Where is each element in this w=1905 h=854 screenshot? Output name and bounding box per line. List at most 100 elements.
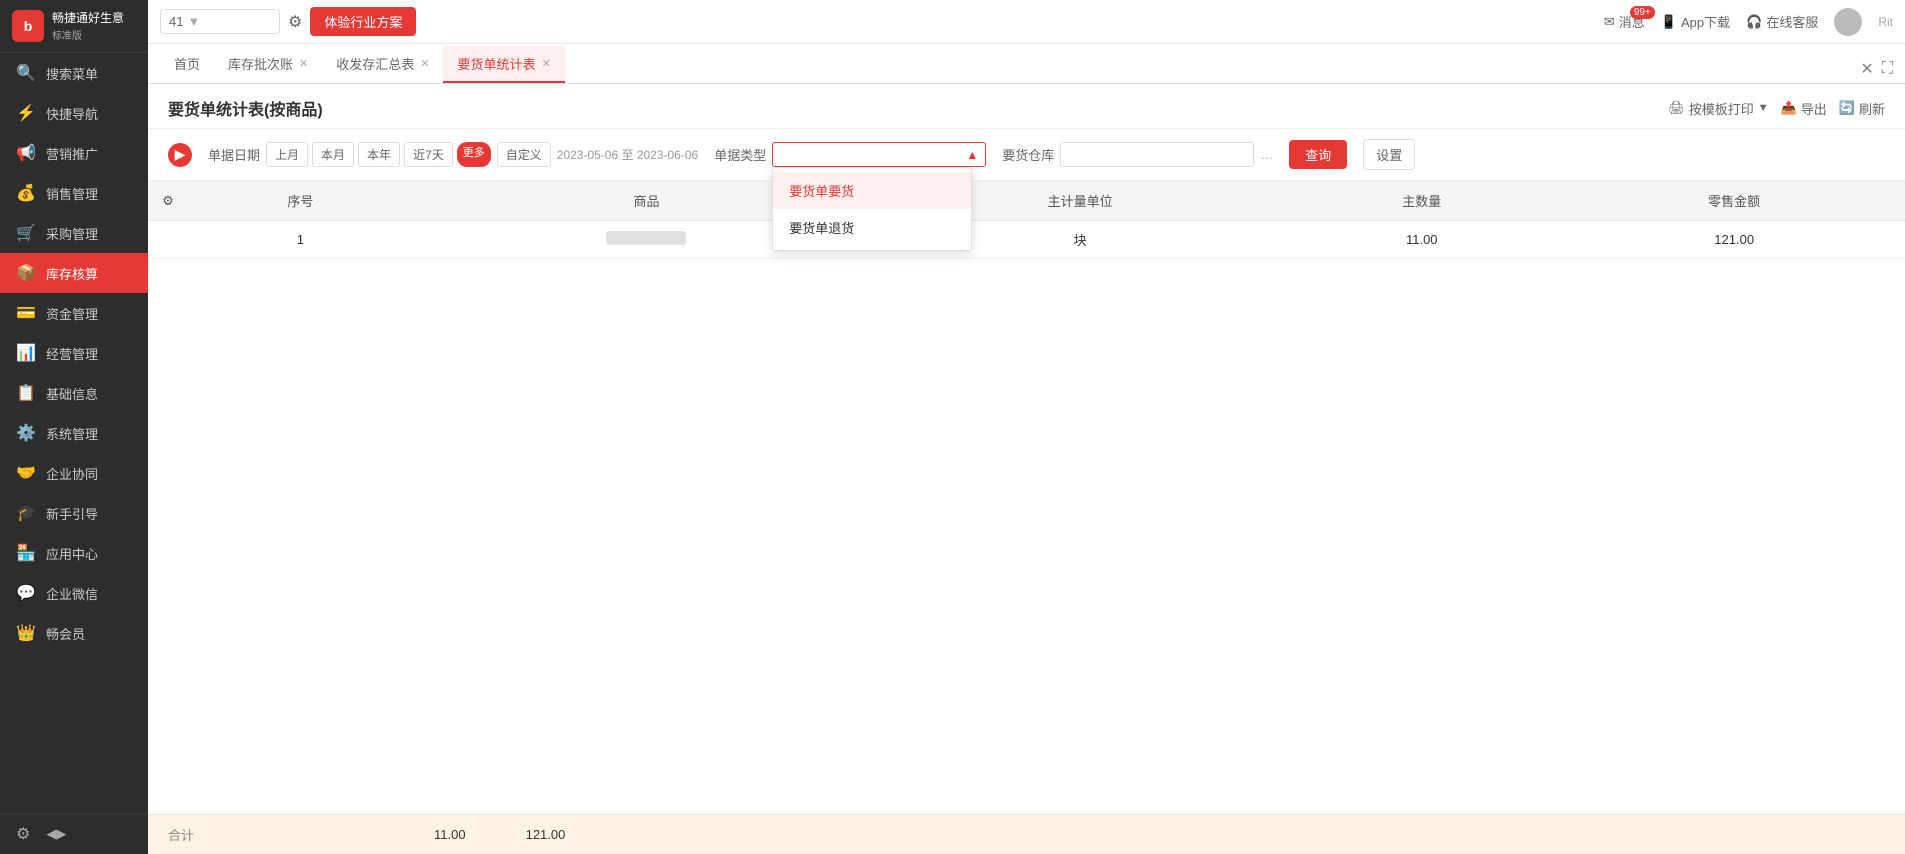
type-dropdown-menu: 要货单要货 要货单退货	[772, 167, 972, 251]
refresh-label: 刷新	[1859, 99, 1885, 118]
sidebar-label-sales: 销售管理	[46, 184, 98, 203]
user-avatar[interactable]	[1834, 8, 1862, 36]
type-filter-group: 单据类型 ▲ 要货单要货 要货单退货	[714, 142, 986, 167]
sidebar-item-operation[interactable]: 📊经营管理	[0, 333, 148, 373]
date-filter-group: 单据日期 上月 本月 本年 近7天 更多 自定义 2023-05-06 至 20…	[208, 142, 698, 167]
tab-close-receivable-summary[interactable]: ✕	[420, 57, 429, 70]
warehouse-more-icon[interactable]: …	[1260, 147, 1273, 162]
query-button[interactable]: 查询	[1289, 140, 1347, 169]
row-qty: 11.00	[1280, 221, 1563, 259]
tab-label-inventory-batch: 库存批次账	[228, 54, 293, 73]
warehouse-filter-group: 要货仓库 …	[1002, 142, 1273, 167]
date-7days-btn[interactable]: 近7天	[404, 142, 453, 167]
sidebar-label-finance: 资金管理	[46, 304, 98, 323]
sidebar-item-cooperation[interactable]: 🤝企业协同	[0, 453, 148, 493]
type-filter-label: 单据类型	[714, 145, 766, 164]
date-custom-btn[interactable]: 自定义	[497, 142, 551, 167]
export-btn[interactable]: 📤 导出	[1781, 99, 1827, 118]
dropdown-item-order-goods[interactable]: 要货单要货	[773, 172, 971, 209]
sidebar-label-member: 畅会员	[46, 624, 85, 643]
online-service-label: 在线客服	[1766, 12, 1818, 31]
tab-close-order-stats[interactable]: ✕	[542, 57, 551, 70]
sidebar-label-basic: 基础信息	[46, 384, 98, 403]
sidebar-item-finance[interactable]: 💳资金管理	[0, 293, 148, 333]
print-btn[interactable]: 🖨 按模板打印 ▼	[1668, 99, 1768, 118]
sidebar-icon-quicknav: ⚡	[16, 103, 36, 123]
page-header: 要货单统计表(按商品) 🖨 按模板打印 ▼ 📤 导出 🔄 刷新	[148, 84, 1905, 129]
sidebar-item-inventory[interactable]: 📦 库存核算	[0, 253, 148, 293]
sidebar-label-guide: 新手引导	[46, 504, 98, 523]
sidebar-item-search[interactable]: 🔍搜索菜单	[0, 53, 148, 93]
col-qty: 主数量	[1280, 181, 1563, 221]
sidebar-icon-purchase: 🛒	[16, 223, 36, 243]
type-filter-input[interactable]	[772, 142, 986, 167]
sidebar-icon-guide: 🎓	[16, 503, 36, 523]
refresh-icon: 🔄	[1839, 100, 1855, 116]
sidebar-icon-marketing: 📢	[16, 143, 36, 163]
data-table-container: ⚙ 序号 商品 主计量单位 主数量 零售金额 1	[148, 181, 1905, 814]
app-subtitle: 标准版	[52, 27, 124, 42]
col-settings[interactable]: ⚙	[148, 181, 188, 221]
content-area: 要货单统计表(按商品) 🖨 按模板打印 ▼ 📤 导出 🔄 刷新 ▶	[148, 84, 1905, 854]
sidebar-item-member[interactable]: 👑 畅会员	[0, 613, 148, 653]
date-this-year-btn[interactable]: 本年	[358, 142, 400, 167]
main-area: 41 ▼ ⚙ 体验行业方案 ✉ 消息 99+ 📱 App下载 🎧 在线客服 Ri…	[148, 0, 1905, 854]
sidebar-item-quicknav[interactable]: ⚡快捷导航	[0, 93, 148, 133]
tab-expand-icon[interactable]: ⛶	[1882, 60, 1893, 78]
sidebar-icon-member: 👑	[16, 623, 36, 643]
settings-icon[interactable]: ⚙	[16, 824, 30, 844]
tab-receivable-summary[interactable]: 收发存汇总表 ✕	[322, 46, 443, 83]
online-service-btn[interactable]: 🎧 在线客服	[1746, 12, 1818, 31]
sidebar-icon-appstore: 🏪	[16, 543, 36, 563]
table-row: 1 块 11.00 121.00	[148, 221, 1905, 259]
sidebar-icon-wechat: 💬	[16, 583, 36, 603]
tabbar-actions: ✕ ⛶	[1860, 59, 1893, 83]
sidebar-item-wechat[interactable]: 💬企业微信	[0, 573, 148, 613]
sidebar-item-system[interactable]: ⚙️系统管理	[0, 413, 148, 453]
footer-label: 合计	[168, 825, 194, 844]
sidebar-item-purchase[interactable]: 🛒采购管理	[0, 213, 148, 253]
sidebar-item-guide[interactable]: 🎓 新手引导	[0, 493, 148, 533]
type-filter-chevron[interactable]: ▲	[966, 148, 978, 162]
sidebar-icon-sales: 💰	[16, 183, 36, 203]
dropdown-item-order-return[interactable]: 要货单退货	[773, 209, 971, 246]
tabbar: 首页库存批次账✕收发存汇总表✕要货单统计表✕ ✕ ⛶	[148, 44, 1905, 84]
sidebar-item-marketing[interactable]: 📢营销推广	[0, 133, 148, 173]
headset-icon: 🎧	[1746, 14, 1762, 30]
date-this-month-btn[interactable]: 本月	[312, 142, 354, 167]
filter-settings-button[interactable]: 设置	[1363, 139, 1415, 170]
footer-amount: 121.00	[526, 827, 566, 842]
table-header: ⚙ 序号 商品 主计量单位 主数量 零售金额	[148, 181, 1905, 221]
refresh-btn[interactable]: 🔄 刷新	[1839, 99, 1885, 118]
type-input-wrapper: ▲ 要货单要货 要货单退货	[772, 142, 986, 167]
sidebar-item-appstore[interactable]: 🏪 应用中心	[0, 533, 148, 573]
sidebar-label-search: 搜索菜单	[46, 64, 98, 83]
tab-close-inventory-batch[interactable]: ✕	[299, 57, 308, 70]
store-selector[interactable]: 41 ▼	[160, 9, 280, 34]
sidebar-item-sales[interactable]: 💰 销售管理	[0, 173, 148, 213]
date-more-badge[interactable]: 更多	[457, 142, 491, 167]
date-prev-month-btn[interactable]: 上月	[266, 142, 308, 167]
filter-toggle-button[interactable]: ▶	[168, 143, 192, 167]
tab-home[interactable]: 首页	[160, 46, 214, 83]
topbar-settings-icon[interactable]: ⚙	[288, 12, 302, 32]
message-icon: ✉	[1604, 14, 1615, 30]
sidebar-footer: ⚙ ◀▶	[0, 813, 148, 854]
table-footer: 合计 11.00 121.00	[148, 814, 1905, 854]
promo-button[interactable]: 体验行业方案	[310, 7, 416, 36]
warehouse-filter-input[interactable]	[1060, 142, 1254, 167]
sidebar-item-basic[interactable]: 📋基础信息	[0, 373, 148, 413]
sidebar-label-appstore: 应用中心	[46, 544, 98, 563]
topbar-right: ✉ 消息 99+ 📱 App下载 🎧 在线客服 Rit	[1604, 8, 1893, 36]
page-title: 要货单统计表(按商品)	[168, 96, 323, 120]
tab-order-stats[interactable]: 要货单统计表✕	[443, 46, 564, 83]
tab-label-receivable-summary: 收发存汇总表	[336, 54, 414, 73]
sidebar-icon-inventory: 📦	[16, 263, 36, 283]
app-download-btn[interactable]: 📱 App下载	[1661, 12, 1730, 31]
messages-btn[interactable]: ✉ 消息 99+	[1604, 12, 1645, 31]
tab-close-all-icon[interactable]: ✕	[1860, 59, 1873, 79]
col-amount: 零售金额	[1563, 181, 1905, 221]
tab-inventory-batch[interactable]: 库存批次账 ✕	[214, 46, 322, 83]
sidebar-label-inventory: 库存核算	[46, 264, 98, 283]
collapse-icon[interactable]: ◀▶	[46, 826, 66, 842]
